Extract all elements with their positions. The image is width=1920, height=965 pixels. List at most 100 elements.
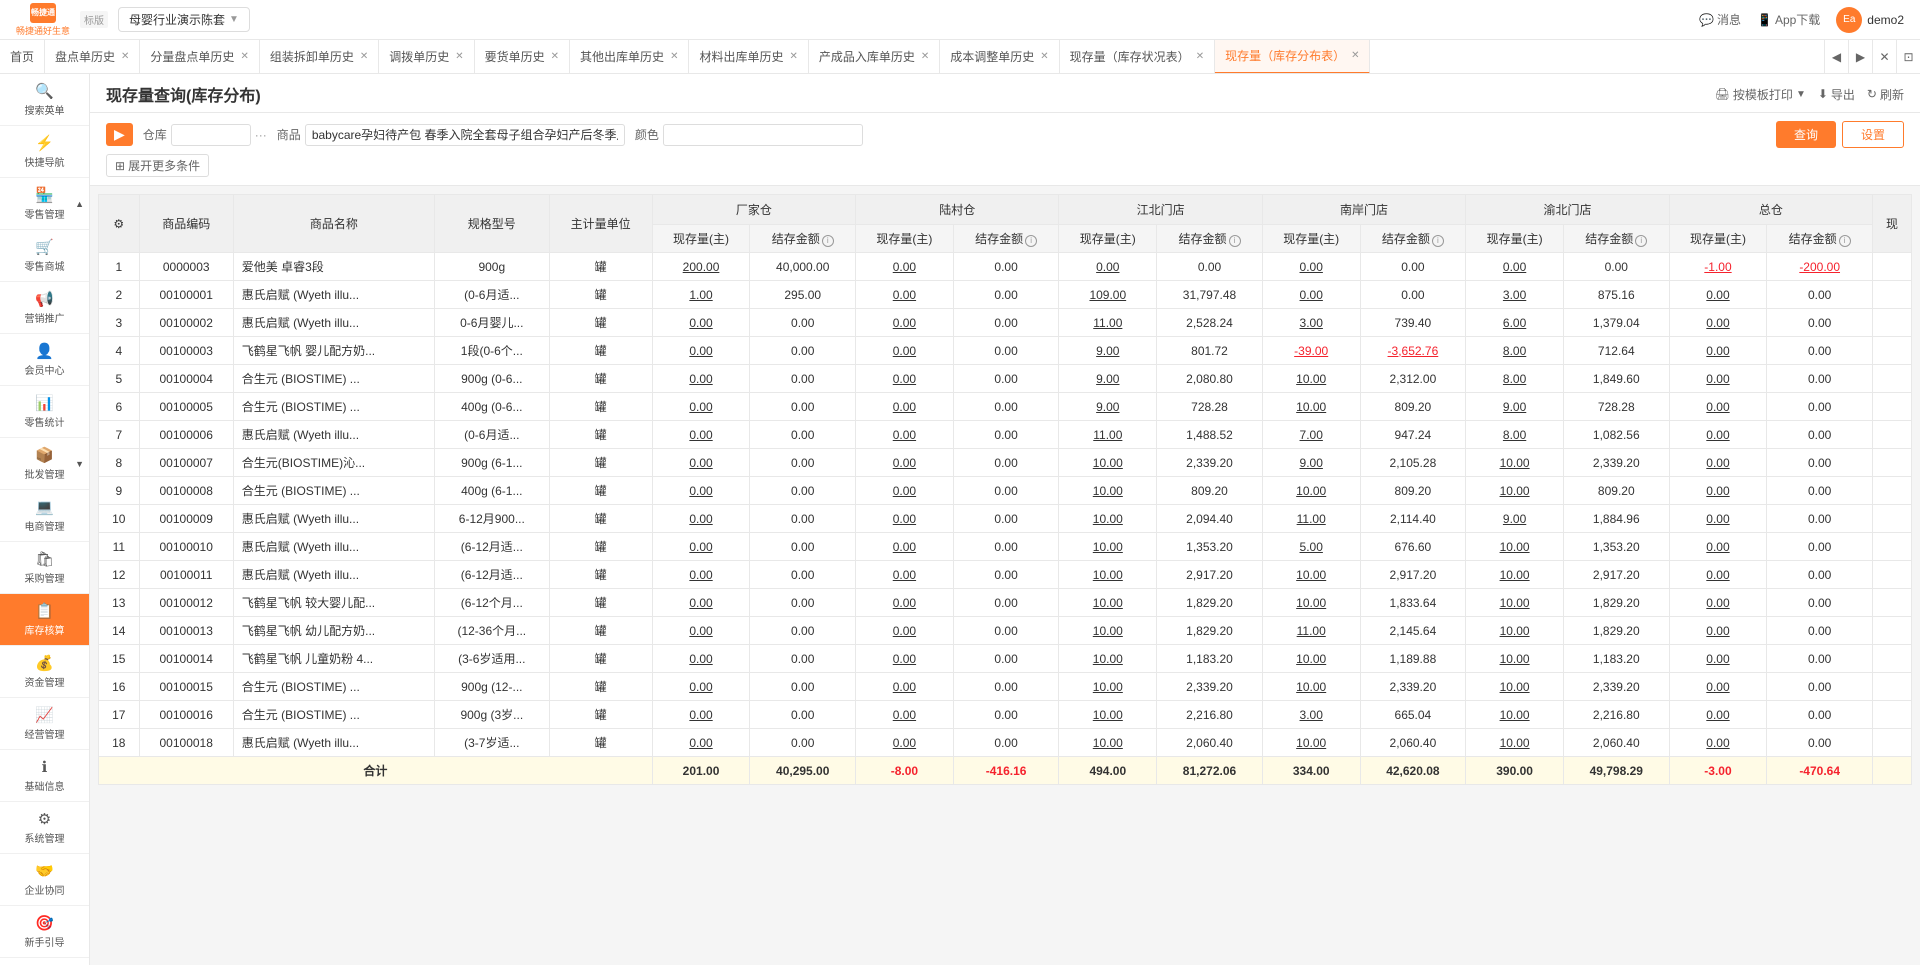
tab-item-cost_adjust[interactable]: 成本调整单历史✕ <box>940 40 1059 74</box>
table-cell[interactable]: 10.00 <box>1262 673 1360 701</box>
sidebar-item-wholesale[interactable]: 📦批发管理▼ <box>0 438 89 490</box>
table-cell[interactable]: 10.00 <box>1466 701 1564 729</box>
table-cell[interactable]: 10.00 <box>1059 561 1157 589</box>
table-cell[interactable]: 0.00 <box>856 729 954 757</box>
tab-item-transfer[interactable]: 调拨单历史✕ <box>379 40 474 74</box>
warehouse-dots[interactable]: ··· <box>255 128 267 142</box>
table-cell[interactable]: 0.00 <box>856 309 954 337</box>
table-cell[interactable]: 109.00 <box>1059 281 1157 309</box>
table-cell[interactable]: 0.00 <box>1262 281 1360 309</box>
tab-item-stock_status[interactable]: 现存量（库存状况表）✕ <box>1060 40 1215 74</box>
table-cell[interactable]: 11.00 <box>1059 421 1157 449</box>
tab-close-icon[interactable]: ✕ <box>1351 50 1359 61</box>
table-cell[interactable]: 11.00 <box>1059 309 1157 337</box>
table-cell[interactable]: 0.00 <box>652 729 750 757</box>
table-cell[interactable]: 0.00 <box>652 505 750 533</box>
tab-item-product_in[interactable]: 产成品入库单历史✕ <box>809 40 940 74</box>
table-cell[interactable]: 9.00 <box>1262 449 1360 477</box>
table-cell[interactable]: 10.00 <box>1466 673 1564 701</box>
table-cell[interactable]: 10.00 <box>1466 533 1564 561</box>
table-cell[interactable]: 10.00 <box>1059 645 1157 673</box>
sidebar-item-retail_stat[interactable]: 📊零售统计 <box>0 386 89 438</box>
table-cell[interactable]: 9.00 <box>1059 393 1157 421</box>
table-cell[interactable]: 0.00 <box>1262 253 1360 281</box>
table-cell[interactable]: 10.00 <box>1262 393 1360 421</box>
table-cell[interactable]: 0.00 <box>856 253 954 281</box>
tab-item-material_out[interactable]: 材料出库单历史✕ <box>689 40 808 74</box>
table-cell[interactable]: 0.00 <box>856 589 954 617</box>
table-cell[interactable]: 10.00 <box>1466 617 1564 645</box>
table-cell[interactable]: 0.00 <box>1669 589 1767 617</box>
table-cell[interactable]: 0.00 <box>1669 337 1767 365</box>
table-cell[interactable]: 10.00 <box>1059 729 1157 757</box>
table-cell[interactable]: 0.00 <box>1059 253 1157 281</box>
table-cell[interactable]: 0.00 <box>856 365 954 393</box>
table-cell[interactable]: 0.00 <box>652 673 750 701</box>
table-cell[interactable]: 10.00 <box>1059 477 1157 505</box>
table-cell[interactable]: 0.00 <box>1669 533 1767 561</box>
table-cell[interactable]: 0.00 <box>856 393 954 421</box>
table-cell[interactable]: 0.00 <box>652 477 750 505</box>
table-cell[interactable]: 0.00 <box>652 645 750 673</box>
tab-close-icon[interactable]: ✕ <box>551 51 559 62</box>
export-btn[interactable]: ⬇ 导出 <box>1818 86 1855 103</box>
tab-nav-next[interactable]: ▶ <box>1848 40 1872 74</box>
table-cell[interactable]: 11.00 <box>1262 617 1360 645</box>
filter-toggle-btn[interactable]: ▶ <box>106 123 133 146</box>
color-input[interactable] <box>663 124 863 146</box>
table-cell[interactable]: 200.00 <box>652 253 750 281</box>
table-cell[interactable]: 0.00 <box>1669 561 1767 589</box>
table-cell[interactable]: 10.00 <box>1262 365 1360 393</box>
table-cell[interactable]: 0.00 <box>856 505 954 533</box>
user-area[interactable]: Ea demo2 <box>1836 7 1904 33</box>
sidebar-item-marketing[interactable]: 📢营销推广 <box>0 282 89 334</box>
tab-close-icon[interactable]: ✕ <box>240 51 248 62</box>
goods-input[interactable] <box>305 124 625 146</box>
table-cell[interactable]: 0.00 <box>652 533 750 561</box>
table-cell[interactable]: 0.00 <box>856 533 954 561</box>
table-cell[interactable]: 0.00 <box>856 281 954 309</box>
sidebar-item-ecom[interactable]: 💻电商管理 <box>0 490 89 542</box>
table-cell[interactable]: 0.00 <box>856 337 954 365</box>
table-cell[interactable]: 10.00 <box>1059 673 1157 701</box>
table-cell[interactable]: 10.00 <box>1466 729 1564 757</box>
table-cell[interactable]: 0.00 <box>652 617 750 645</box>
setting-btn[interactable]: 设置 <box>1842 121 1904 148</box>
table-cell[interactable]: 10.00 <box>1466 477 1564 505</box>
sidebar-item-retail_shop[interactable]: 🛒零售商城 <box>0 230 89 282</box>
sidebar-item-member[interactable]: 👤会员中心 <box>0 334 89 386</box>
sidebar-item-appstore[interactable]: 🔧应用中心 <box>0 958 89 965</box>
table-cell[interactable]: 0.00 <box>1669 477 1767 505</box>
table-cell[interactable]: 1.00 <box>652 281 750 309</box>
tab-item-inventory_record[interactable]: 盘点单历史✕ <box>45 40 140 74</box>
table-cell[interactable]: 0.00 <box>856 477 954 505</box>
table-cell[interactable]: 5.00 <box>1262 533 1360 561</box>
table-cell[interactable]: 3.00 <box>1262 309 1360 337</box>
table-cell[interactable]: 0.00 <box>1669 393 1767 421</box>
sidebar-item-quicknav[interactable]: ⚡快捷导航 <box>0 126 89 178</box>
table-cell[interactable]: 0.00 <box>856 617 954 645</box>
table-cell[interactable]: 0.00 <box>1669 617 1767 645</box>
table-cell[interactable]: 10.00 <box>1466 645 1564 673</box>
table-cell[interactable]: 10.00 <box>1262 729 1360 757</box>
refresh-btn[interactable]: ↻ 刷新 <box>1867 86 1904 103</box>
sidebar-item-corp[interactable]: 🤝企业协同 <box>0 854 89 906</box>
tab-close-icon[interactable]: ✕ <box>921 51 929 62</box>
tab-item-branch_inventory[interactable]: 分量盘点单历史✕ <box>140 40 259 74</box>
table-cell[interactable]: 10.00 <box>1262 477 1360 505</box>
table-cell[interactable]: 0.00 <box>652 393 750 421</box>
table-cell[interactable]: 0.00 <box>856 701 954 729</box>
sidebar-item-search[interactable]: 🔍搜索英单 <box>0 74 89 126</box>
sidebar-item-ops[interactable]: 📈经营管理 <box>0 698 89 750</box>
tab-nav-expand[interactable]: ⊡ <box>1896 40 1920 74</box>
table-cell[interactable]: 0.00 <box>652 561 750 589</box>
settings-gear-icon[interactable]: ⚙ <box>113 217 124 231</box>
tab-close-icon[interactable]: ✕ <box>789 51 797 62</box>
table-cell[interactable]: 0.00 <box>1669 449 1767 477</box>
expand-filter-btn[interactable]: ⊞ 展开更多条件 <box>106 154 209 177</box>
table-cell[interactable]: 0.00 <box>1669 309 1767 337</box>
table-cell[interactable]: 8.00 <box>1466 421 1564 449</box>
table-cell[interactable]: 10.00 <box>1059 533 1157 561</box>
table-cell[interactable]: 0.00 <box>1669 729 1767 757</box>
table-cell[interactable]: 0.00 <box>1669 505 1767 533</box>
